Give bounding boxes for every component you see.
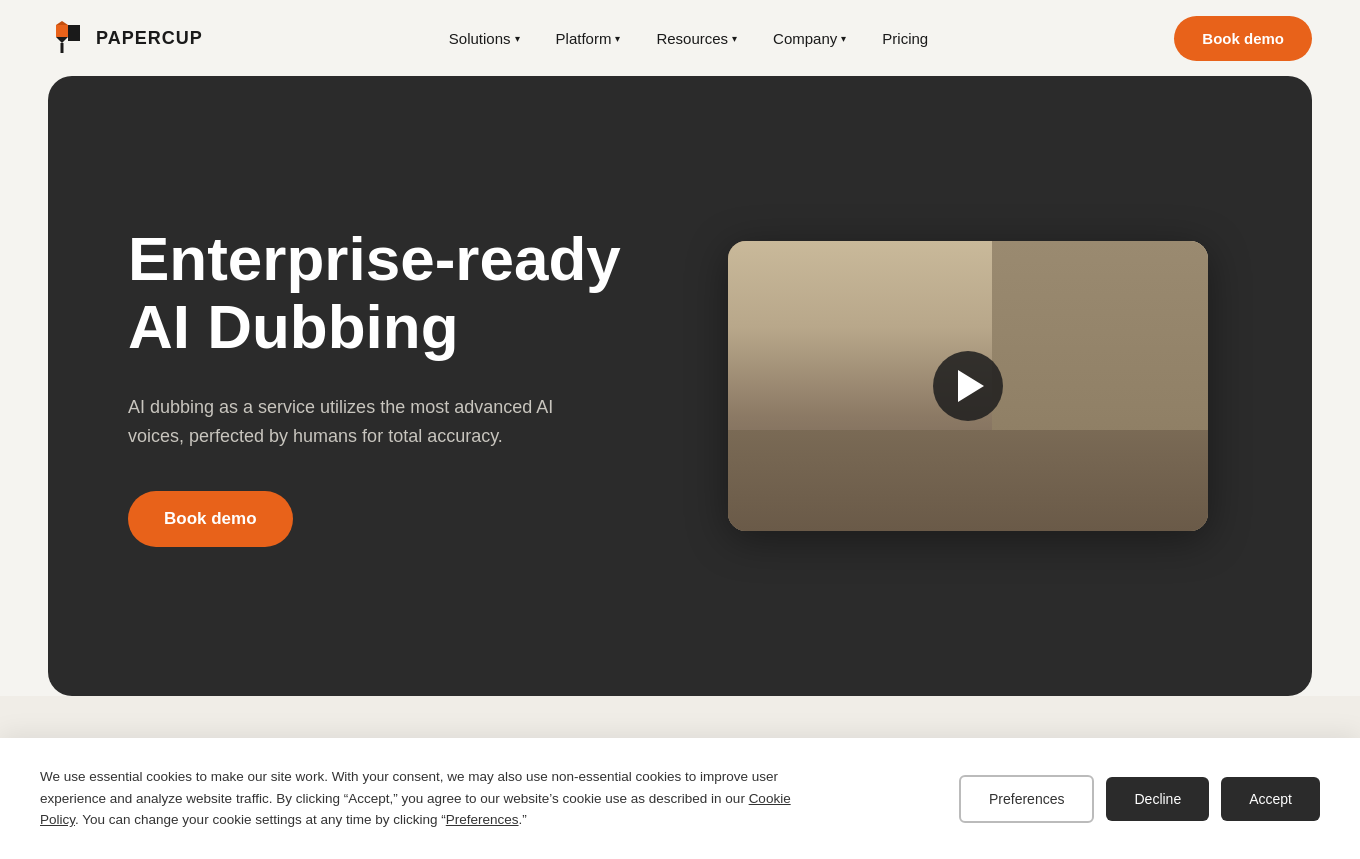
cookie-text-after-link: . You can change your cookie settings at… xyxy=(75,812,446,816)
cookie-text: We use essential cookies to make our sit… xyxy=(40,766,820,816)
chevron-down-icon: ▾ xyxy=(615,33,620,44)
nav-item-platform[interactable]: Platform ▾ xyxy=(556,30,621,47)
cookie-text-end: .” xyxy=(519,812,527,816)
preferences-button[interactable]: Preferences xyxy=(959,775,1094,816)
main-nav: PAPERCUP Solutions ▾ Platform ▾ Resource… xyxy=(0,0,1360,76)
preferences-inline-link[interactable]: Preferences xyxy=(446,812,519,816)
decline-button[interactable]: Decline xyxy=(1106,777,1209,816)
cookie-text-before-link: We use essential cookies to make our sit… xyxy=(40,769,778,806)
hero-video-wrapper xyxy=(728,241,1208,531)
hero-section: Enterprise-ready AI Dubbing AI dubbing a… xyxy=(48,76,1312,696)
nav-book-demo-button[interactable]: Book demo xyxy=(1174,16,1312,61)
papercup-logo-icon xyxy=(48,19,86,57)
brand-name: PAPERCUP xyxy=(96,28,203,49)
hero-subtitle: AI dubbing as a service utilizes the mos… xyxy=(128,393,588,451)
logo-link[interactable]: PAPERCUP xyxy=(48,19,203,57)
play-button[interactable] xyxy=(933,351,1003,421)
hero-book-demo-button[interactable]: Book demo xyxy=(128,491,293,547)
chevron-down-icon: ▾ xyxy=(515,33,520,44)
nav-item-company[interactable]: Company ▾ xyxy=(773,30,846,47)
hero-video-container[interactable] xyxy=(728,241,1208,531)
hero-title: Enterprise-ready AI Dubbing xyxy=(128,225,688,361)
cookie-buttons: Preferences Decline Accept xyxy=(959,775,1320,816)
chevron-down-icon: ▾ xyxy=(841,33,846,44)
cookie-banner: We use essential cookies to make our sit… xyxy=(0,738,1360,816)
play-icon xyxy=(958,370,984,402)
chevron-down-icon: ▾ xyxy=(732,33,737,44)
nav-item-resources[interactable]: Resources ▾ xyxy=(656,30,737,47)
nav-item-pricing[interactable]: Pricing xyxy=(882,30,928,47)
hero-content: Enterprise-ready AI Dubbing AI dubbing a… xyxy=(128,225,688,547)
accept-button[interactable]: Accept xyxy=(1221,777,1320,816)
nav-links: Solutions ▾ Platform ▾ Resources ▾ Compa… xyxy=(449,30,928,47)
nav-item-solutions[interactable]: Solutions ▾ xyxy=(449,30,520,47)
